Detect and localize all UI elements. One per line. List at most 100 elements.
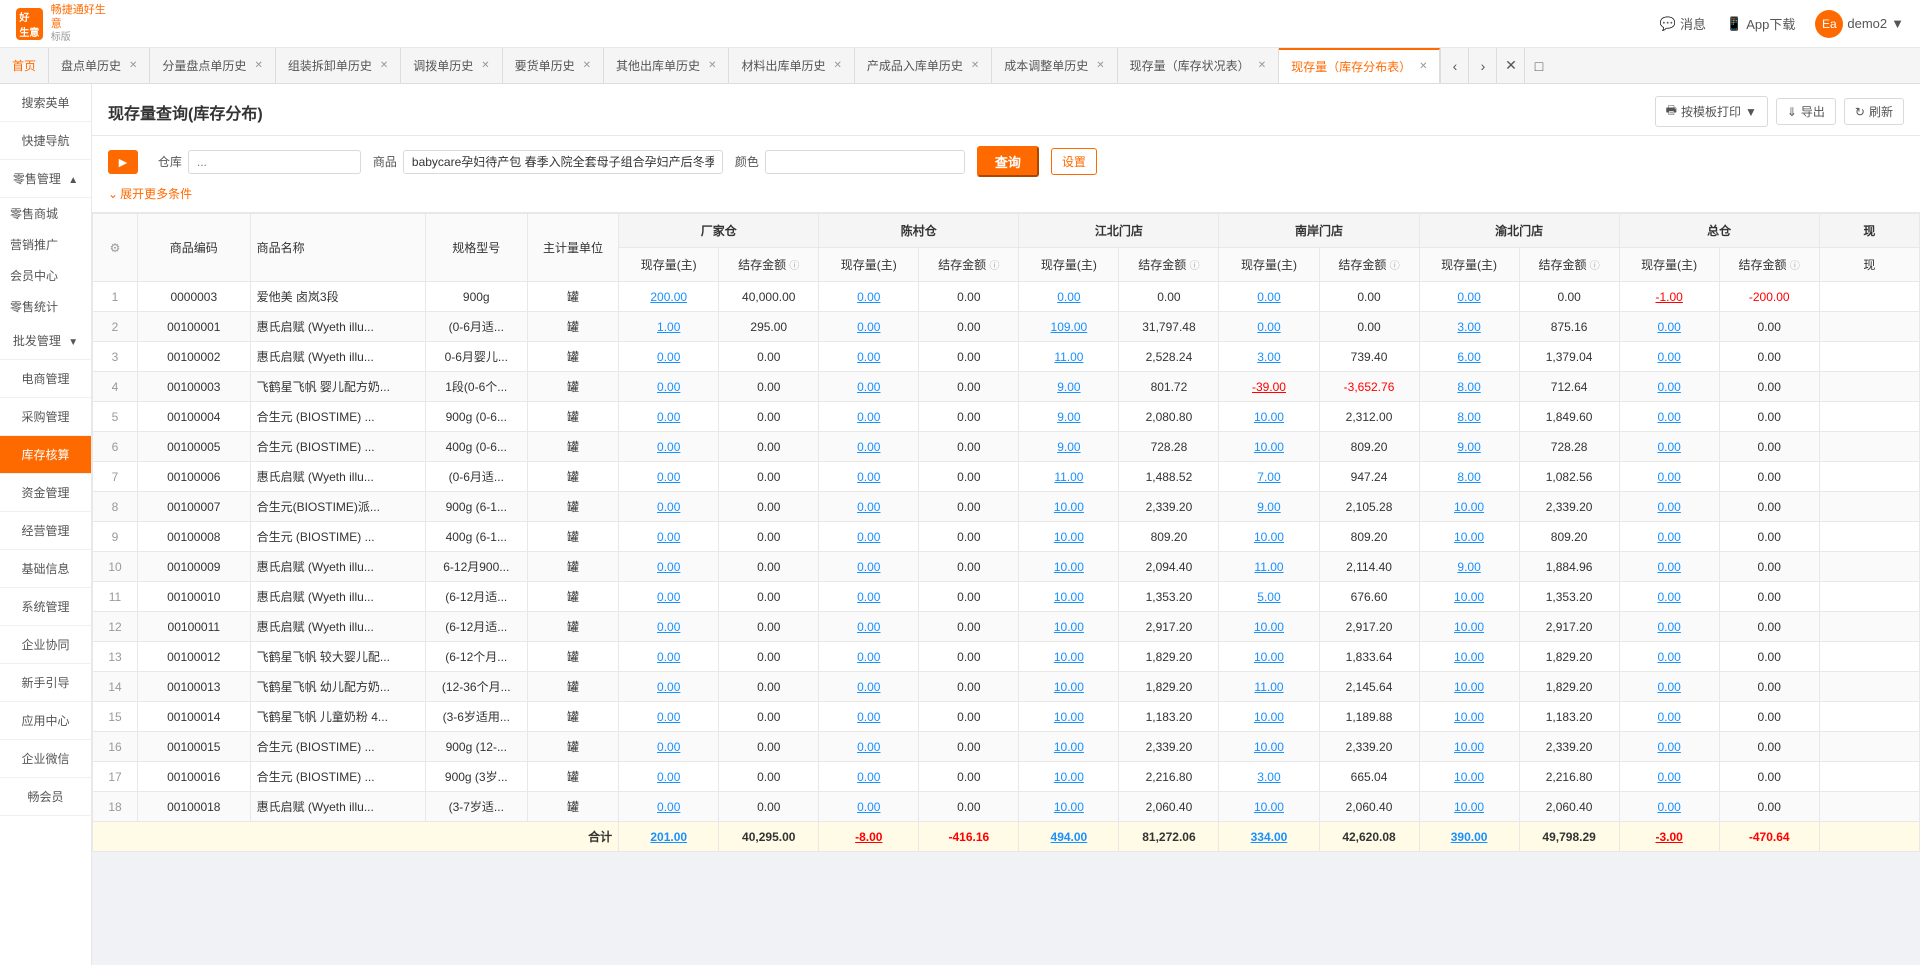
row-yb-stock[interactable]: 10.00	[1419, 732, 1519, 762]
row-na-stock[interactable]: 10.00	[1219, 792, 1319, 822]
row-jb-stock[interactable]: 10.00	[1019, 552, 1119, 582]
row-f-stock[interactable]: 0.00	[619, 732, 719, 762]
row-t-stock[interactable]: 0.00	[1619, 642, 1719, 672]
tab-1[interactable]: 盘点单历史 ✕	[49, 48, 150, 84]
summary-yb-stock[interactable]: 390.00	[1419, 822, 1519, 852]
row-f-stock[interactable]: 0.00	[619, 552, 719, 582]
tab-expand-btn[interactable]: □	[1524, 48, 1552, 84]
row-jb-stock[interactable]: 10.00	[1019, 672, 1119, 702]
row-t-stock[interactable]: 0.00	[1619, 372, 1719, 402]
row-t-stock[interactable]: 0.00	[1619, 402, 1719, 432]
row-jb-stock[interactable]: 10.00	[1019, 582, 1119, 612]
row-c-stock[interactable]: 0.00	[819, 732, 919, 762]
sidebar-item-system[interactable]: 系统管理	[0, 588, 91, 626]
sidebar-item-retail-stat[interactable]: 零售统计	[0, 291, 91, 322]
row-na-stock[interactable]: 10.00	[1219, 522, 1319, 552]
row-f-stock[interactable]: 0.00	[619, 612, 719, 642]
row-f-stock[interactable]: 0.00	[619, 792, 719, 822]
row-yb-stock[interactable]: 10.00	[1419, 612, 1519, 642]
tab-close-icon[interactable]: ✕	[380, 60, 388, 71]
row-f-stock[interactable]: 0.00	[619, 432, 719, 462]
row-na-stock[interactable]: 0.00	[1219, 282, 1319, 312]
sidebar-item-search[interactable]: 搜索英单	[0, 84, 91, 122]
sidebar-item-apps[interactable]: 应用中心	[0, 702, 91, 740]
sidebar-item-member[interactable]: 会员中心	[0, 260, 91, 291]
setting-btn[interactable]: 设置	[1051, 148, 1097, 175]
row-c-stock[interactable]: 0.00	[819, 702, 919, 732]
tab-close-icon[interactable]: ✕	[481, 60, 489, 71]
row-c-stock[interactable]: 0.00	[819, 462, 919, 492]
row-yb-stock[interactable]: 10.00	[1419, 522, 1519, 552]
tab-close-icon[interactable]: ✕	[583, 60, 591, 71]
row-jb-stock[interactable]: 0.00	[1019, 282, 1119, 312]
tab-2[interactable]: 分量盘点单历史 ✕	[150, 48, 275, 84]
info-icon[interactable]: ⓘ	[990, 261, 1000, 272]
tab-11[interactable]: 现存量（库存分布表）✕	[1279, 48, 1440, 84]
info-icon[interactable]: ⓘ	[1390, 261, 1400, 272]
row-f-stock[interactable]: 0.00	[619, 372, 719, 402]
row-yb-stock[interactable]: 10.00	[1419, 672, 1519, 702]
row-yb-stock[interactable]: 9.00	[1419, 552, 1519, 582]
sidebar-item-basic[interactable]: 基础信息	[0, 550, 91, 588]
row-f-stock[interactable]: 0.00	[619, 642, 719, 672]
row-yb-stock[interactable]: 6.00	[1419, 342, 1519, 372]
row-na-stock[interactable]: 10.00	[1219, 432, 1319, 462]
row-yb-stock[interactable]: 8.00	[1419, 372, 1519, 402]
warehouse-input[interactable]	[188, 150, 361, 174]
tab-close-icon[interactable]: ✕	[708, 60, 716, 71]
row-f-stock[interactable]: 0.00	[619, 762, 719, 792]
color-input[interactable]	[765, 150, 965, 174]
info-icon[interactable]: ⓘ	[789, 261, 799, 272]
info-icon[interactable]: ⓘ	[1790, 261, 1800, 272]
sidebar-item-marketing[interactable]: 营销推广	[0, 229, 91, 260]
sidebar-item-retail-store[interactable]: 零售商城	[0, 198, 91, 229]
row-yb-stock[interactable]: 10.00	[1419, 582, 1519, 612]
row-yb-stock[interactable]: 10.00	[1419, 702, 1519, 732]
row-jb-stock[interactable]: 10.00	[1019, 492, 1119, 522]
row-jb-stock[interactable]: 10.00	[1019, 522, 1119, 552]
row-t-stock[interactable]: -1.00	[1619, 282, 1719, 312]
row-c-stock[interactable]: 0.00	[819, 552, 919, 582]
sidebar-item-retail-mgmt[interactable]: 零售管理 ▲	[0, 160, 91, 198]
row-jb-stock[interactable]: 10.00	[1019, 612, 1119, 642]
sidebar-item-weixin[interactable]: 企业微信	[0, 740, 91, 778]
row-f-stock[interactable]: 0.00	[619, 522, 719, 552]
row-c-stock[interactable]: 0.00	[819, 282, 919, 312]
tab-5[interactable]: 要货单历史 ✕	[503, 48, 604, 84]
row-c-stock[interactable]: 0.00	[819, 582, 919, 612]
tab-close-icon[interactable]: ✕	[833, 60, 841, 71]
sidebar-item-guide[interactable]: 新手引导	[0, 664, 91, 702]
row-f-stock[interactable]: 0.00	[619, 342, 719, 372]
row-c-stock[interactable]: 0.00	[819, 792, 919, 822]
row-f-stock[interactable]: 0.00	[619, 402, 719, 432]
tab-close-icon[interactable]: ✕	[1258, 60, 1266, 71]
row-yb-stock[interactable]: 0.00	[1419, 282, 1519, 312]
summary-na-stock[interactable]: 334.00	[1219, 822, 1319, 852]
row-c-stock[interactable]: 0.00	[819, 432, 919, 462]
row-t-stock[interactable]: 0.00	[1619, 522, 1719, 552]
tab-close-all-btn[interactable]: ✕	[1496, 48, 1524, 84]
row-t-stock[interactable]: 0.00	[1619, 612, 1719, 642]
row-jb-stock[interactable]: 10.00	[1019, 732, 1119, 762]
row-c-stock[interactable]: 0.00	[819, 312, 919, 342]
row-na-stock[interactable]: 10.00	[1219, 702, 1319, 732]
row-jb-stock[interactable]: 109.00	[1019, 312, 1119, 342]
row-yb-stock[interactable]: 8.00	[1419, 462, 1519, 492]
row-na-stock[interactable]: 11.00	[1219, 552, 1319, 582]
sidebar-item-purchase[interactable]: 采购管理	[0, 398, 91, 436]
expand-collapse-btn[interactable]: ►	[108, 150, 138, 174]
row-na-stock[interactable]: 10.00	[1219, 642, 1319, 672]
tab-close-icon[interactable]: ✕	[129, 60, 137, 71]
row-yb-stock[interactable]: 10.00	[1419, 492, 1519, 522]
sidebar-item-inventory[interactable]: 库存核算	[0, 436, 91, 474]
export-btn[interactable]: ⇓ 导出	[1776, 98, 1836, 125]
summary-c-stock[interactable]: -8.00	[819, 822, 919, 852]
row-t-stock[interactable]: 0.00	[1619, 702, 1719, 732]
row-jb-stock[interactable]: 11.00	[1019, 462, 1119, 492]
row-t-stock[interactable]: 0.00	[1619, 432, 1719, 462]
row-f-stock[interactable]: 0.00	[619, 462, 719, 492]
row-c-stock[interactable]: 0.00	[819, 642, 919, 672]
product-input[interactable]	[403, 150, 723, 174]
row-yb-stock[interactable]: 10.00	[1419, 642, 1519, 672]
info-icon[interactable]: ⓘ	[1190, 261, 1200, 272]
